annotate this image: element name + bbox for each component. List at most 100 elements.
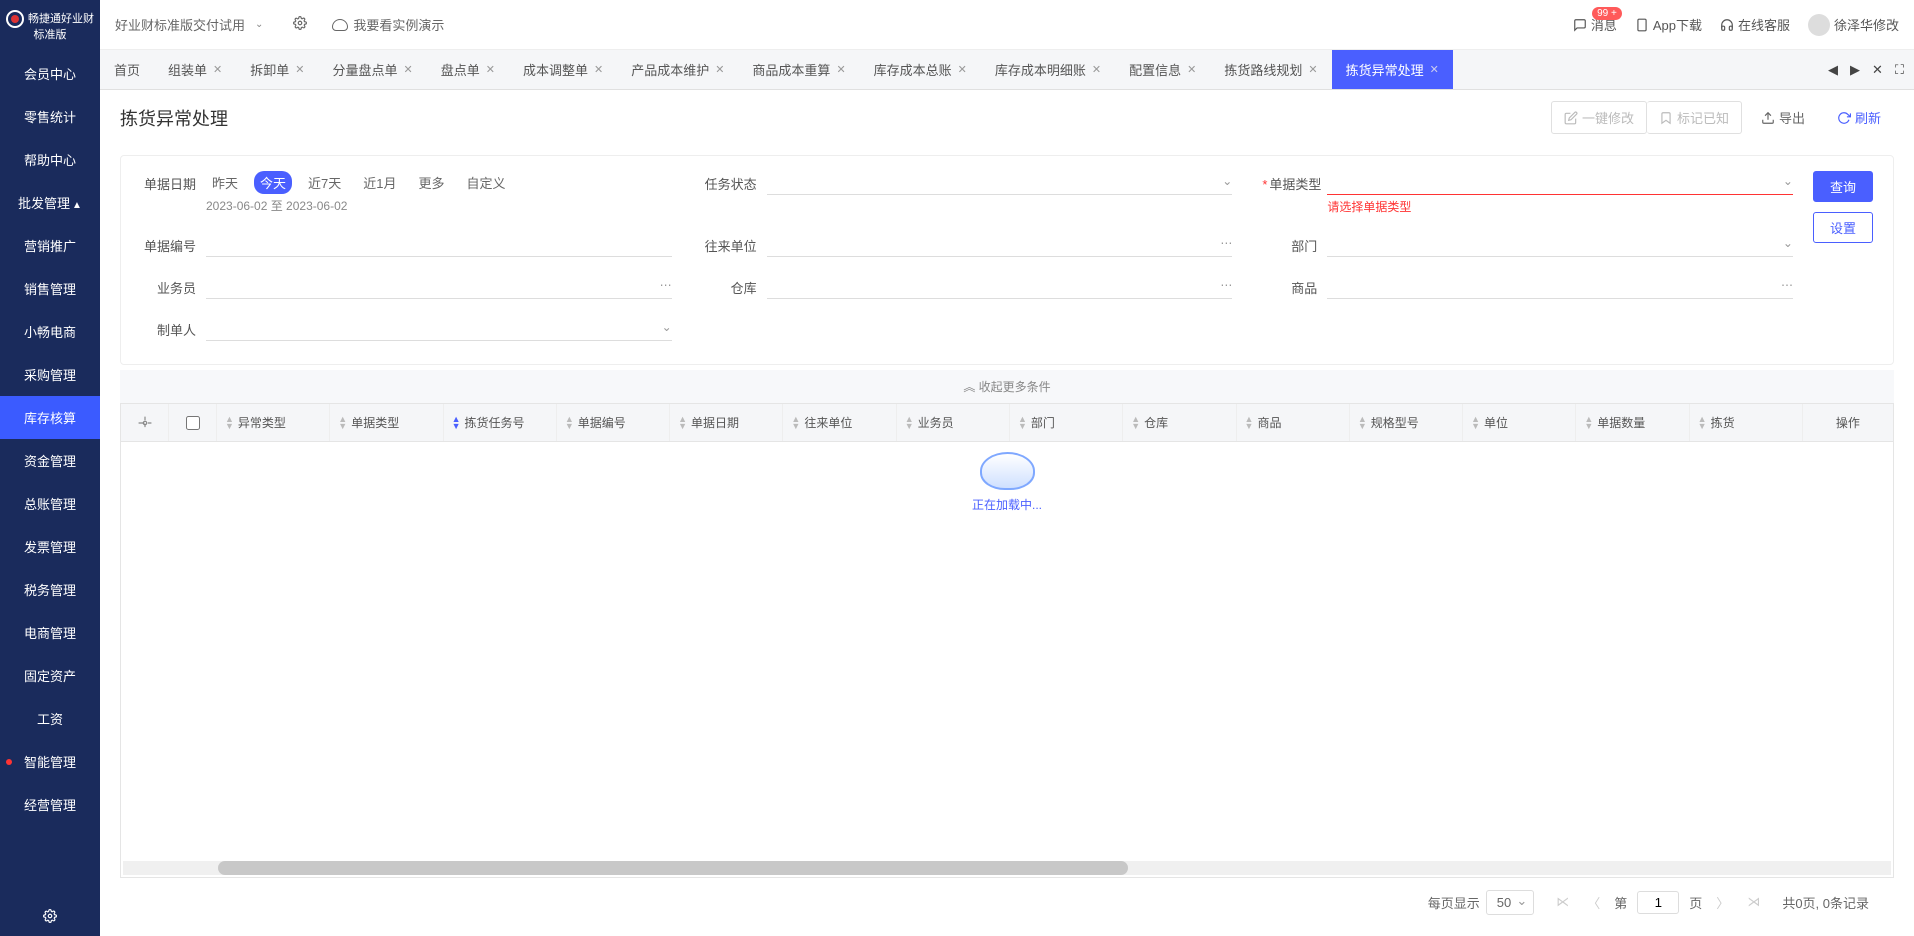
page-size-select[interactable]: 50 bbox=[1486, 890, 1534, 915]
more-icon[interactable]: ⋯ bbox=[1781, 278, 1793, 292]
chevron-down-icon[interactable]: ⌄ bbox=[1222, 174, 1232, 188]
first-page[interactable]: ⋉ bbox=[1552, 892, 1573, 912]
column-header-9[interactable]: ▲▼商品 bbox=[1237, 404, 1350, 441]
sidebar-item-15[interactable]: 工资 bbox=[0, 697, 100, 740]
sort-icon[interactable]: ▲▼ bbox=[1358, 416, 1367, 429]
sort-icon[interactable]: ▲▼ bbox=[452, 416, 461, 429]
date-option-5[interactable]: 自定义 bbox=[461, 171, 512, 194]
tab-close-icon[interactable]: ✕ bbox=[1430, 63, 1439, 76]
doc-no-input[interactable] bbox=[206, 233, 672, 257]
sidebar-item-17[interactable]: 经营管理 bbox=[0, 783, 100, 826]
column-header-4[interactable]: ▲▼单据日期 bbox=[670, 404, 783, 441]
tabs-fullscreen[interactable]: ⛶ bbox=[1895, 62, 1904, 78]
user-menu[interactable]: 徐泽华修改 bbox=[1808, 14, 1899, 36]
sort-icon[interactable]: ▲▼ bbox=[1584, 416, 1593, 429]
date-option-4[interactable]: 更多 bbox=[413, 171, 451, 194]
tab-11[interactable]: 拣货路线规划✕ bbox=[1210, 50, 1331, 89]
partner-input[interactable] bbox=[767, 233, 1233, 257]
sort-icon[interactable]: ▲▼ bbox=[225, 416, 234, 429]
chevron-down-icon[interactable]: ⌄ bbox=[1783, 236, 1793, 250]
settings-icon[interactable] bbox=[293, 16, 307, 33]
tab-close-icon[interactable]: ✕ bbox=[213, 63, 222, 76]
sidebar-item-2[interactable]: 帮助中心 bbox=[0, 138, 100, 181]
column-header-8[interactable]: ▲▼仓库 bbox=[1123, 404, 1236, 441]
tab-close-icon[interactable]: ✕ bbox=[1308, 63, 1317, 76]
tabs-close-all[interactable]: ✕ bbox=[1872, 62, 1883, 78]
tab-1[interactable]: 组装单✕ bbox=[154, 50, 236, 89]
date-option-0[interactable]: 昨天 bbox=[206, 171, 244, 194]
sort-icon[interactable]: ▲▼ bbox=[1018, 416, 1027, 429]
chevron-down-icon[interactable]: ⌄ bbox=[1783, 174, 1793, 188]
more-icon[interactable]: ⋯ bbox=[660, 278, 672, 292]
sort-icon[interactable]: ▲▼ bbox=[1698, 416, 1707, 429]
doc-type-select[interactable] bbox=[1327, 171, 1793, 195]
query-button[interactable]: 查询 bbox=[1813, 171, 1873, 202]
demo-link[interactable]: 我要看实例演示 bbox=[332, 15, 444, 34]
date-option-3[interactable]: 近1月 bbox=[357, 171, 402, 194]
sidebar-item-14[interactable]: 固定资产 bbox=[0, 654, 100, 697]
sidebar-item-7[interactable]: 采购管理 bbox=[0, 353, 100, 396]
column-header-12[interactable]: ▲▼单据数量 bbox=[1576, 404, 1689, 441]
tab-0[interactable]: 首页 bbox=[100, 50, 154, 89]
column-header-7[interactable]: ▲▼部门 bbox=[1010, 404, 1123, 441]
column-header-5[interactable]: ▲▼往来单位 bbox=[783, 404, 896, 441]
sidebar-item-16[interactable]: 智能管理 bbox=[0, 740, 100, 783]
sidebar-item-11[interactable]: 发票管理 bbox=[0, 525, 100, 568]
salesman-input[interactable] bbox=[206, 275, 672, 299]
app-download-button[interactable]: App下载 bbox=[1635, 15, 1702, 34]
select-all[interactable] bbox=[169, 404, 217, 441]
column-header-3[interactable]: ▲▼单据编号 bbox=[557, 404, 670, 441]
more-icon[interactable]: ⋯ bbox=[1220, 236, 1232, 250]
sidebar-item-5[interactable]: 销售管理 bbox=[0, 267, 100, 310]
settings-button[interactable]: 设置 bbox=[1813, 212, 1873, 243]
sort-icon[interactable]: ▲▼ bbox=[791, 416, 800, 429]
goods-input[interactable] bbox=[1327, 275, 1793, 299]
more-icon[interactable]: ⋯ bbox=[1220, 278, 1232, 292]
collapse-filters[interactable]: ︽ 收起更多条件 bbox=[120, 370, 1894, 403]
tabs-next[interactable]: ▶ bbox=[1850, 62, 1860, 78]
tab-close-icon[interactable]: ✕ bbox=[1092, 63, 1101, 76]
sidebar-item-13[interactable]: 电商管理 bbox=[0, 611, 100, 654]
sort-icon[interactable]: ▲▼ bbox=[1245, 416, 1254, 429]
tab-10[interactable]: 配置信息✕ bbox=[1115, 50, 1210, 89]
scrollbar-thumb[interactable] bbox=[218, 861, 1128, 875]
tab-close-icon[interactable]: ✕ bbox=[594, 63, 603, 76]
tab-5[interactable]: 成本调整单✕ bbox=[509, 50, 617, 89]
sort-icon[interactable]: ▲▼ bbox=[1471, 416, 1480, 429]
sidebar-item-10[interactable]: 总账管理 bbox=[0, 482, 100, 525]
sidebar-item-9[interactable]: 资金管理 bbox=[0, 439, 100, 482]
dept-select[interactable] bbox=[1327, 233, 1793, 257]
tab-close-icon[interactable]: ✕ bbox=[404, 63, 413, 76]
sidebar-item-8[interactable]: 库存核算 bbox=[0, 396, 100, 439]
sidebar-item-0[interactable]: 会员中心 bbox=[0, 52, 100, 95]
sidebar-item-1[interactable]: 零售统计 bbox=[0, 95, 100, 138]
tab-2[interactable]: 拆卸单✕ bbox=[236, 50, 318, 89]
column-header-13[interactable]: ▲▼拣货 bbox=[1690, 404, 1803, 441]
tab-6[interactable]: 产品成本维护✕ bbox=[617, 50, 738, 89]
creator-select[interactable] bbox=[206, 317, 672, 341]
sort-icon[interactable]: ▲▼ bbox=[905, 416, 914, 429]
tab-7[interactable]: 商品成本重算✕ bbox=[738, 50, 859, 89]
tab-close-icon[interactable]: ✕ bbox=[958, 63, 967, 76]
messages-button[interactable]: 消息 99 + bbox=[1573, 15, 1617, 34]
column-header-0[interactable]: ▲▼异常类型 bbox=[217, 404, 330, 441]
support-button[interactable]: 在线客服 bbox=[1720, 15, 1790, 34]
sidebar-item-3[interactable]: 批发管理▲ bbox=[0, 181, 100, 224]
sort-icon[interactable]: ▲▼ bbox=[338, 416, 347, 429]
column-header-1[interactable]: ▲▼单据类型 bbox=[330, 404, 443, 441]
tab-3[interactable]: 分量盘点单✕ bbox=[318, 50, 426, 89]
tab-close-icon[interactable]: ✕ bbox=[486, 63, 495, 76]
prev-page[interactable]: 〈 bbox=[1583, 891, 1604, 914]
chevron-down-icon[interactable]: ⌄ bbox=[662, 320, 672, 334]
tab-close-icon[interactable]: ✕ bbox=[295, 63, 304, 76]
column-header-2[interactable]: ▲▼拣货任务号 bbox=[444, 404, 557, 441]
date-option-1[interactable]: 今天 bbox=[254, 171, 292, 194]
horizontal-scrollbar[interactable] bbox=[123, 861, 1891, 875]
sort-icon[interactable]: ▲▼ bbox=[678, 416, 687, 429]
tab-close-icon[interactable]: ✕ bbox=[836, 63, 845, 76]
sort-icon[interactable]: ▲▼ bbox=[1131, 416, 1140, 429]
refresh-button[interactable]: 刷新 bbox=[1824, 101, 1894, 134]
next-page[interactable]: 〉 bbox=[1712, 891, 1733, 914]
date-option-2[interactable]: 近7天 bbox=[302, 171, 347, 194]
column-settings[interactable] bbox=[121, 404, 169, 441]
